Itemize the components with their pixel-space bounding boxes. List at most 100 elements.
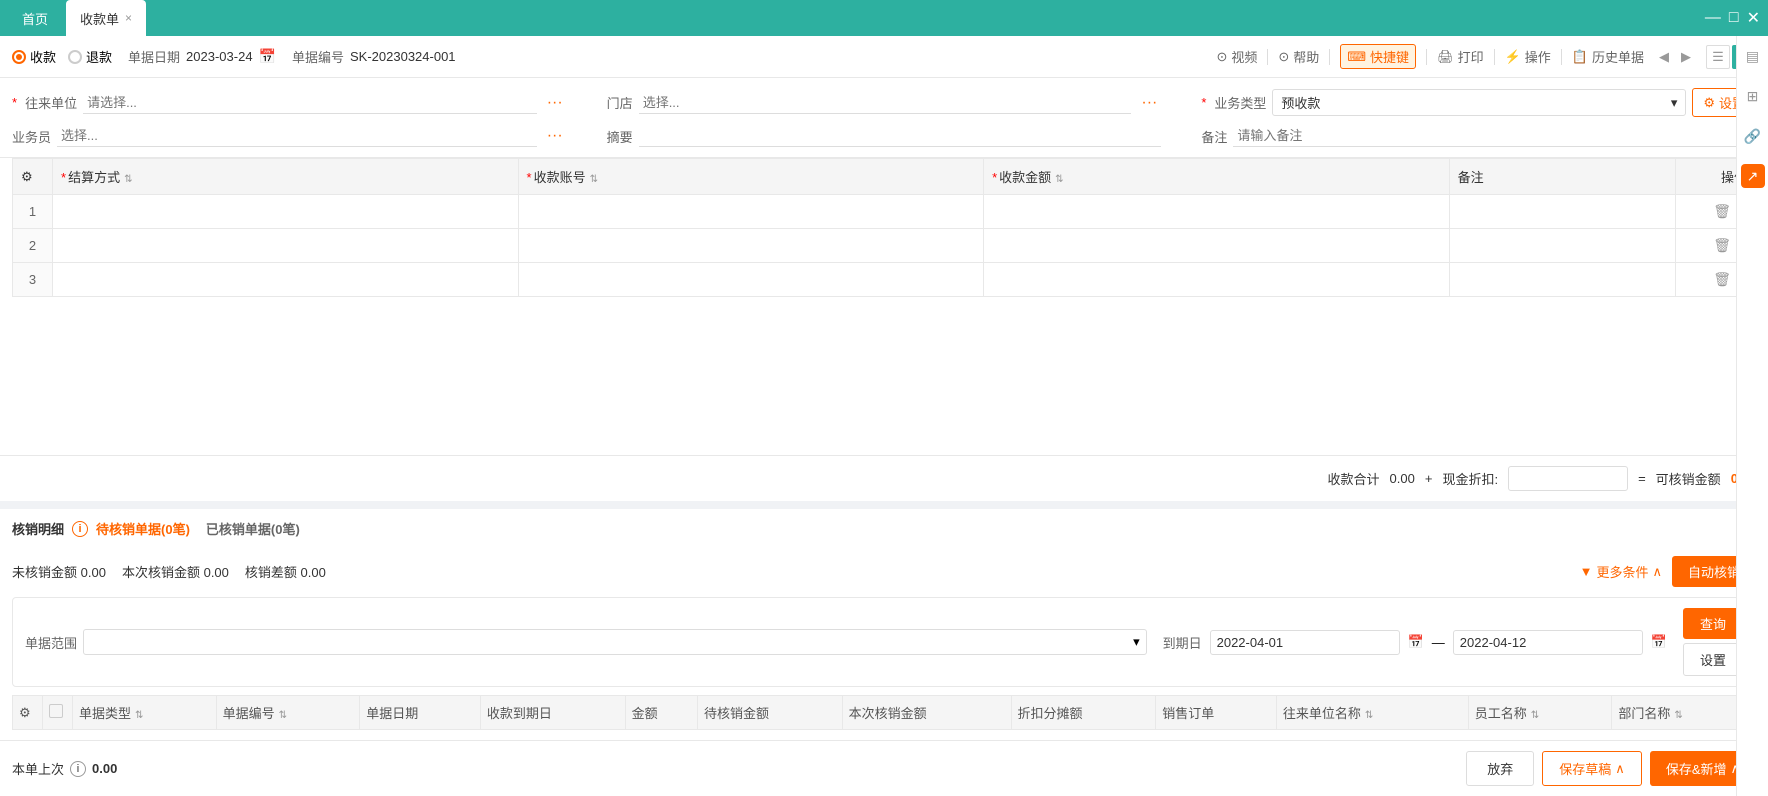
draft-label: 保存草稿 (1559, 759, 1611, 778)
account-cell-1[interactable] (518, 195, 984, 229)
counterpart-input[interactable] (83, 92, 537, 114)
minimize-btn[interactable]: — (1705, 9, 1721, 27)
pending-tab-label: 待核销单据(0笔) (96, 519, 190, 538)
note-cell-1[interactable] (1449, 195, 1675, 229)
store-input[interactable] (639, 92, 1132, 114)
draft-btn[interactable]: 保存草稿 ∧ (1542, 751, 1642, 786)
window-controls: — □ ✕ (1705, 8, 1760, 28)
store-label: 门店 (607, 93, 633, 112)
table-row: 3 🗑 ⧉ (13, 263, 1756, 297)
sidebar-icon-4[interactable]: ↗ (1741, 164, 1765, 188)
cash-discount-input[interactable] (1508, 466, 1628, 491)
settlement-cell-2[interactable] (53, 229, 519, 263)
account-cell-2[interactable] (518, 229, 984, 263)
calendar-from-icon[interactable]: 📅 (1408, 634, 1424, 650)
shortcut-label: 快捷键 (1370, 47, 1409, 66)
print-btn[interactable]: 🖨 打印 (1437, 47, 1484, 66)
pending-tab[interactable]: 待核销单据(0笔) (96, 519, 190, 538)
op-icon: ⚡ (1505, 49, 1521, 65)
date-field-value[interactable]: 2023-03-24 (186, 49, 253, 64)
cash-discount-label: 现金折扣: (1442, 469, 1498, 488)
divider5 (1561, 49, 1562, 65)
tab-receipts-label: 收款单 (80, 9, 119, 28)
gear-icon-bottom: ⚙ (19, 705, 31, 720)
verification-title: 核销明细 i 待核销单据(0笔) 已核销单据(0笔) (12, 519, 300, 538)
summary-input[interactable] (639, 125, 1162, 147)
delete-row-3-icon[interactable]: 🗑 (1713, 271, 1731, 288)
col-account: *收款账号⇅ (518, 159, 984, 195)
more-conditions-btn[interactable]: ▼ 更多条件 ∧ (1580, 562, 1662, 581)
col-no-bottom: 单据编号⇅ (216, 696, 360, 730)
col-employee-bottom: 员工名称⇅ (1468, 696, 1612, 730)
note-cell-2[interactable] (1449, 229, 1675, 263)
help-btn[interactable]: ⊙ 帮助 (1278, 47, 1319, 66)
salesperson-more-btn[interactable]: ··· (543, 127, 567, 145)
shortcut-btn[interactable]: ⌨ 快捷键 (1340, 44, 1416, 69)
col-amount-bottom: 金额 (625, 696, 697, 730)
filter-settings-btn[interactable]: 设置 (1683, 643, 1743, 676)
amount-cell-2[interactable] (984, 229, 1450, 263)
radio-refund[interactable]: 退款 (68, 47, 112, 66)
delete-row-1-icon[interactable]: 🗑 (1713, 203, 1731, 220)
amount-cell-3[interactable] (984, 263, 1450, 297)
receipt-type-radio-group: 收款 退款 (12, 47, 112, 66)
calendar-icon[interactable]: 📅 (259, 48, 276, 65)
account-cell-3[interactable] (518, 263, 984, 297)
video-btn[interactable]: ⊙ 视频 (1216, 47, 1257, 66)
list-view-icon[interactable]: ☰ (1706, 45, 1730, 69)
prev-arrow[interactable]: ◀ (1654, 47, 1674, 67)
settlement-cell-3[interactable] (53, 263, 519, 297)
query-btn[interactable]: 查询 (1683, 608, 1743, 639)
table-settings-header[interactable]: ⚙ (13, 159, 53, 195)
col-settings-bottom[interactable]: ⚙ (13, 696, 43, 730)
sidebar-icon-3[interactable]: 🔗 (1741, 124, 1765, 148)
col-checkbox-bottom[interactable] (43, 696, 73, 730)
doc-no-value[interactable]: SK-20230324-001 (350, 49, 456, 64)
row-num-3: 3 (13, 263, 53, 297)
circle-icon: ⊙ (1216, 49, 1227, 65)
bottom-table-container: ⚙ 单据类型⇅ 单据编号⇅ 单据日期 (12, 695, 1756, 730)
settlement-cell-1[interactable] (53, 195, 519, 229)
date-field-group: 单据日期 2023-03-24 📅 (128, 47, 276, 66)
maximize-btn[interactable]: □ (1729, 9, 1739, 27)
operation-btn[interactable]: ⚡ 操作 (1505, 47, 1551, 66)
salesperson-label: 业务员 (12, 127, 51, 146)
tab-receipts[interactable]: 收款单 × (66, 0, 146, 36)
close-btn[interactable]: ✕ (1747, 8, 1760, 28)
delete-row-2-icon[interactable]: 🗑 (1713, 237, 1731, 254)
range-select[interactable]: ▾ (83, 629, 1147, 655)
help-label: 帮助 (1293, 47, 1319, 66)
radio-collect[interactable]: 收款 (12, 47, 56, 66)
sidebar-icon-2[interactable]: ⊞ (1741, 84, 1765, 108)
calendar-to-icon[interactable]: 📅 (1651, 634, 1667, 650)
summary-row: 收款合计 0.00 + 现金折扣: = 可核销金额 0.00 (0, 455, 1768, 501)
note-cell-3[interactable] (1449, 263, 1675, 297)
counterpart-field: * 往来单位 ··· (12, 92, 567, 114)
col-date-bottom: 单据日期 (360, 696, 481, 730)
counterpart-more-btn[interactable]: ··· (543, 94, 567, 112)
sidebar-icon-1[interactable]: ▤ (1741, 44, 1765, 68)
amount-cell-1[interactable] (984, 195, 1450, 229)
range-filter-field: 单据范围 ▾ (25, 629, 1147, 655)
radio-collect-label: 收款 (30, 47, 56, 66)
tab-close-icon[interactable]: × (125, 11, 132, 25)
range-label: 单据范围 (25, 633, 77, 652)
select-all-checkbox[interactable] (49, 704, 63, 718)
info-icon[interactable]: i (72, 521, 88, 537)
history-btn[interactable]: 📋 历史单据 (1572, 47, 1644, 66)
salesperson-input[interactable] (57, 125, 537, 147)
done-tab[interactable]: 已核销单据(0笔) (206, 519, 300, 538)
note-input[interactable] (1233, 125, 1756, 147)
store-field: 门店 ··· (607, 92, 1162, 114)
date-from-input[interactable] (1210, 630, 1400, 655)
store-more-btn[interactable]: ··· (1137, 94, 1161, 112)
filter-row: 单据范围 ▾ 到期日 📅 — 📅 查询 设置 (12, 597, 1756, 687)
tab-home[interactable]: 首页 (8, 0, 62, 36)
info-icon2[interactable]: i (70, 761, 86, 777)
business-type-dropdown[interactable]: 预收款 ▾ (1272, 89, 1686, 116)
next-arrow[interactable]: ▶ (1676, 47, 1696, 67)
print-label: 打印 (1458, 47, 1484, 66)
discard-btn[interactable]: 放弃 (1466, 751, 1534, 786)
diff-label: 核销差额 0.00 (245, 562, 326, 581)
date-to-input[interactable] (1453, 630, 1643, 655)
